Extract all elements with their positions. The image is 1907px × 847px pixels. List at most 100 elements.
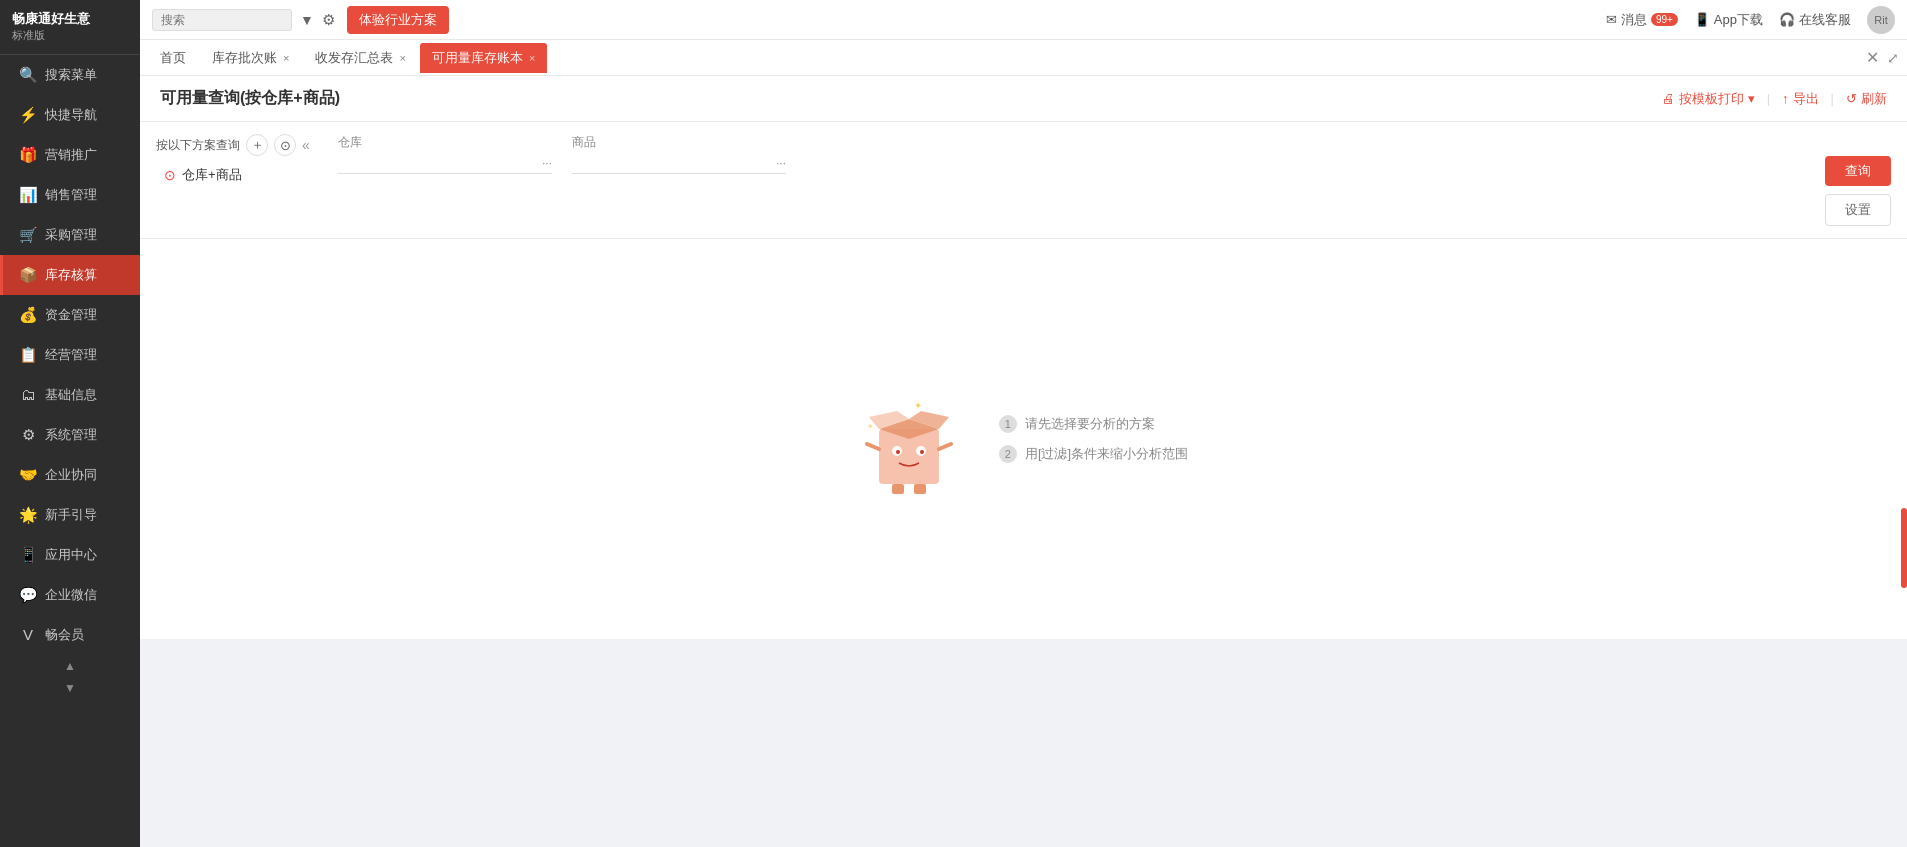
avatar[interactable]: Rit [1867, 6, 1895, 34]
close-tab-batch-ledger[interactable]: × [283, 52, 289, 64]
product-more-button[interactable]: ··· [776, 156, 786, 170]
close-tab-recv-summary[interactable]: × [399, 52, 405, 64]
app-download-button[interactable]: 📱 App下载 [1694, 11, 1763, 29]
query-button[interactable]: 查询 [1825, 156, 1891, 186]
sidebar-icon-inventory: 📦 [19, 266, 37, 284]
sidebar-label-inventory: 库存核算 [45, 266, 97, 284]
export-button[interactable]: ↑ 导出 [1782, 90, 1819, 108]
sidebar-item-new-guide[interactable]: 🌟新手引导 [0, 495, 140, 535]
sidebar-item-marketing-promo[interactable]: 🎁营销推广 [0, 135, 140, 175]
svg-line-8 [867, 444, 879, 449]
add-scheme-button[interactable]: ＋ [246, 134, 268, 156]
scheme-item-warehouse-product[interactable]: ⊙ 仓库+商品 [156, 162, 326, 188]
sidebar-item-operations[interactable]: 📋经营管理 [0, 335, 140, 375]
svg-rect-11 [914, 484, 926, 494]
warehouse-label: 仓库 [338, 134, 552, 151]
sidebar-icon-system: ⚙ [19, 426, 37, 444]
sidebar-item-search[interactable]: 🔍 搜索菜单 [0, 55, 140, 95]
scheme-settings-button[interactable]: ⊙ [274, 134, 296, 156]
top-header: ▼ ⚙ 体验行业方案 ✉ 消息 99+ 📱 App下载 🎧 在线客服 Rit [140, 0, 1907, 40]
sidebar-item-inventory[interactable]: 📦 库存核算 [0, 255, 140, 295]
page-header-actions: 🖨 按模板打印 ▾ | ↑ 导出 | ↺ 刷新 [1662, 90, 1887, 108]
tab-label-recv-summary: 收发存汇总表 [315, 49, 393, 67]
scheme-item-icon: ⊙ [164, 167, 176, 183]
expand-tab-button[interactable]: ⤢ [1887, 50, 1899, 66]
sidebar-icon-purchase: 🛒 [19, 226, 37, 244]
sidebar-icon-base-info: 🗂 [19, 386, 37, 403]
dropdown-button[interactable]: ▼ [300, 12, 314, 28]
sidebar-item-shortcut[interactable]: ⚡ 快捷导航 [0, 95, 140, 135]
empty-state-tips: 1 请先选择要分析的方案 2 用[过滤]条件来缩小分析范围 [999, 415, 1188, 463]
svg-line-9 [939, 444, 951, 449]
sidebar-item-app-center[interactable]: 📱应用中心 [0, 535, 140, 575]
refresh-button[interactable]: ↺ 刷新 [1846, 90, 1887, 108]
filter-scheme-label: 按以下方案查询 [156, 137, 240, 154]
tip-num-2: 2 [999, 445, 1017, 463]
close-tab-available-ledger[interactable]: × [529, 52, 535, 64]
svg-text:✦: ✦ [914, 400, 922, 411]
page-header: 可用量查询(按仓库+商品) 🖨 按模板打印 ▾ | ↑ 导出 | ↺ 刷新 [140, 76, 1907, 122]
main-area: ▼ ⚙ 体验行业方案 ✉ 消息 99+ 📱 App下载 🎧 在线客服 Rit [140, 0, 1907, 847]
collapse-filter-button[interactable]: « [302, 137, 310, 153]
tab-bar-right: ✕ ⤢ [1866, 48, 1899, 67]
message-button[interactable]: ✉ 消息 99+ [1606, 11, 1678, 29]
sidebar-item-membership[interactable]: V畅会员 [0, 615, 140, 655]
message-badge: 99+ [1651, 13, 1678, 26]
sidebar-label-shortcut: 快捷导航 [45, 106, 97, 124]
sidebar-icon-shortcut: ⚡ [19, 106, 37, 124]
sidebar-logo: 畅康通好生意 标准版 [0, 0, 140, 55]
sidebar-icon-membership: V [19, 626, 37, 643]
tab-batch-ledger[interactable]: 库存批次账 × [200, 43, 301, 73]
sidebar-label-search: 搜索菜单 [45, 66, 97, 84]
sidebar-item-system[interactable]: ⚙系统管理 [0, 415, 140, 455]
print-icon: 🖨 [1662, 91, 1675, 106]
scheme-item-label: 仓库+商品 [182, 166, 242, 184]
sidebar-icon-marketing-promo: 🎁 [19, 146, 37, 164]
settings-button[interactable]: 设置 [1825, 194, 1891, 226]
sidebar-item-purchase[interactable]: 🛒采购管理 [0, 215, 140, 255]
warehouse-more-button[interactable]: ··· [542, 156, 552, 170]
separator2: | [1831, 91, 1834, 106]
headset-icon: 🎧 [1779, 12, 1795, 27]
warehouse-input[interactable] [338, 155, 538, 170]
header-right: ✉ 消息 99+ 📱 App下载 🎧 在线客服 Rit [1606, 6, 1895, 34]
page-title: 可用量查询(按仓库+商品) [160, 88, 340, 109]
sidebar-icon-sales: 📊 [19, 186, 37, 204]
product-input-container: ··· [572, 155, 786, 174]
right-scroll-indicator [1901, 508, 1907, 588]
empty-state-inner: ✦ ✦ 1 请先选择要分析的方案 2 用[过滤]条件来缩小分析范围 [859, 389, 1188, 489]
gear-button[interactable]: ⚙ [322, 11, 335, 29]
sidebar-icon-finance: 💰 [19, 306, 37, 324]
print-template-button[interactable]: 🖨 按模板打印 ▾ [1662, 90, 1755, 108]
tab-home[interactable]: 首页 [148, 43, 198, 73]
sidebar-icon-new-guide: 🌟 [19, 506, 37, 524]
tab-recv-summary[interactable]: 收发存汇总表 × [303, 43, 417, 73]
customer-service-button[interactable]: 🎧 在线客服 [1779, 11, 1851, 29]
filter-fields: 仓库 ··· 商品 ··· [338, 134, 1813, 174]
sidebar-item-sales[interactable]: 📊销售管理 [0, 175, 140, 215]
tip-text-2: 用[过滤]条件来缩小分析范围 [1025, 445, 1188, 463]
sidebar-icon-cooperation: 🤝 [19, 466, 37, 484]
product-input[interactable] [572, 155, 772, 170]
phone-icon: 📱 [1694, 12, 1710, 27]
sidebar-scroll-up[interactable]: ▲ [0, 655, 140, 677]
tab-available-ledger[interactable]: 可用量库存账本× [420, 43, 547, 73]
message-icon: ✉ [1606, 12, 1617, 27]
sidebar-icon-search: 🔍 [19, 66, 37, 84]
svg-point-6 [896, 450, 900, 454]
close-all-tabs-button[interactable]: ✕ [1866, 48, 1879, 67]
sidebar-item-base-info[interactable]: 🗂 基础信息 [0, 375, 140, 415]
sidebar-label-base-info: 基础信息 [45, 386, 97, 404]
sidebar-item-finance[interactable]: 💰资金管理 [0, 295, 140, 335]
tab-label-batch-ledger: 库存批次账 [212, 49, 277, 67]
customer-service-label: 在线客服 [1799, 11, 1851, 29]
sidebar-item-enterprise-wechat[interactable]: 💬企业微信 [0, 575, 140, 615]
sidebar-item-cooperation[interactable]: 🤝企业协同 [0, 455, 140, 495]
industry-button[interactable]: 体验行业方案 [347, 6, 449, 34]
tip-item-1: 1 请先选择要分析的方案 [999, 415, 1188, 433]
page-content: 可用量查询(按仓库+商品) 🖨 按模板打印 ▾ | ↑ 导出 | ↺ 刷新 [140, 76, 1907, 847]
search-input[interactable] [152, 9, 292, 31]
sidebar-scroll-down[interactable]: ▼ [0, 677, 140, 699]
svg-text:✦: ✦ [867, 422, 874, 431]
chevron-down-icon: ▾ [1748, 91, 1755, 106]
